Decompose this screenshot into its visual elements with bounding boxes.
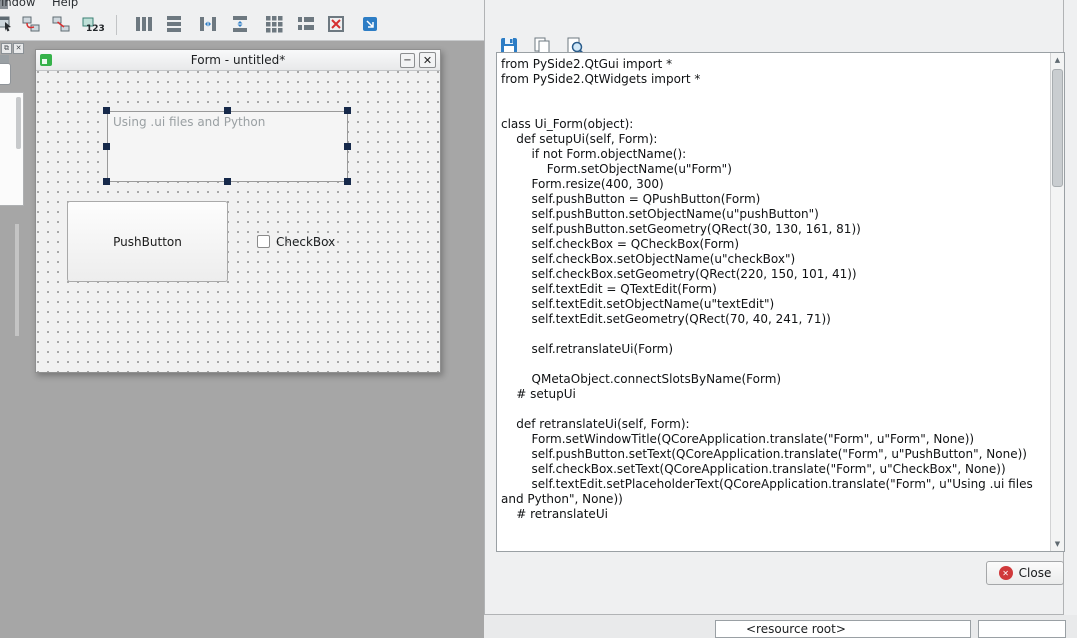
layout-horizontal-icon [134,14,154,37]
layout-splitter-vertical-button[interactable] [227,12,253,38]
qt-designer-screen: Window Help 123 [0,0,1077,638]
edit-signals-slots-button[interactable] [18,12,44,38]
textedit-widget[interactable]: Using .ui files and Python [107,111,348,182]
edit-widgets-icon [0,14,15,37]
code-preview-dialog: from PySide2.QtGui import * from PySide2… [484,0,1064,615]
layout-grid-icon [264,14,284,37]
widgetbox-filter-input-fragment[interactable] [0,63,11,85]
selection-handle-s[interactable] [224,178,231,185]
close-window-button[interactable]: ✕ [419,52,436,68]
menubar: Window Help [0,0,484,10]
right-panel-strip [1064,0,1077,638]
checkbox-widget[interactable]: CheckBox [257,221,358,262]
form-canvas[interactable]: Using .ui files and Python PushButton Ch… [37,71,439,372]
selection-handle-sw[interactable] [103,178,110,185]
break-layout-icon [326,14,346,37]
scrollbar-thumb[interactable] [1052,69,1063,187]
layout-form-button[interactable] [293,12,319,38]
edit-widgets-button[interactable] [0,12,18,38]
code-scrollbar[interactable]: ▲ ▼ [1050,53,1064,551]
code-text[interactable]: from PySide2.QtGui import * from PySide2… [497,53,1050,551]
pushbutton-widget[interactable]: PushButton [67,201,228,282]
panel-fragment-bottom-right [978,620,1066,638]
selection-handle-e[interactable] [344,143,351,150]
edit-tab-order-icon: 123 [82,14,104,37]
layout-vertical-icon [164,14,184,37]
textedit-placeholder: Using .ui files and Python [113,115,265,129]
adjust-size-icon [360,14,380,37]
scroll-up-button[interactable]: ▲ [1051,53,1064,67]
menu-window[interactable]: Window [0,0,35,9]
close-button-label: Close [1019,566,1052,580]
close-icon: ✕ [999,566,1013,580]
selection-handle-w[interactable] [103,143,110,150]
menu-help[interactable]: Help [52,0,78,9]
adjust-size-button[interactable] [357,12,383,38]
checkbox-label: CheckBox [276,235,335,249]
layout-horizontal-button[interactable] [131,12,157,38]
minimize-button[interactable]: − [400,53,415,68]
resource-browser-fragment: <resource root> [715,620,971,638]
resource-root-item[interactable]: <resource root> [746,622,846,636]
layout-splitter-horizontal-button[interactable] [195,12,221,38]
svg-text:123: 123 [86,24,104,34]
form-window-title: Form - untitled* [36,53,440,67]
edit-tab-order-button[interactable]: 123 [80,12,106,38]
code-view[interactable]: from PySide2.QtGui import * from PySide2… [496,52,1065,552]
layout-splitter-vertical-icon [230,14,250,37]
layout-grid-button[interactable] [261,12,287,38]
layout-vertical-button[interactable] [161,12,187,38]
edit-buddies-icon [51,14,71,37]
left-dock-icon-fragment [0,55,9,63]
scroll-down-button[interactable]: ▼ [1051,537,1064,551]
form-editor-window: Form - untitled* − ✕ Using .ui files and… [35,49,441,373]
layout-splitter-horizontal-icon [198,14,218,37]
dock-close-button[interactable]: ✕ [13,43,24,54]
layout-form-icon [296,14,316,37]
toolbar-separator [116,15,117,35]
left-panel-edge-fragment [15,224,19,336]
edit-buddies-button[interactable] [48,12,74,38]
selection-handle-nw[interactable] [103,107,110,114]
break-layout-button[interactable] [323,12,349,38]
form-window-titlebar[interactable]: Form - untitled* − ✕ [36,50,440,71]
selection-handle-se[interactable] [344,178,351,185]
checkbox-box[interactable] [257,235,270,248]
widgetbox-panel-fragment [0,92,24,206]
selection-handle-n[interactable] [224,107,231,114]
widgetbox-scrollbar-thumb[interactable] [16,97,21,149]
selection-handle-ne[interactable] [344,107,351,114]
pushbutton-label: PushButton [113,235,182,249]
dock-float-button[interactable]: ⧉ [1,43,12,54]
close-button[interactable]: ✕ Close [986,561,1064,585]
edit-signals-slots-icon [21,14,41,37]
main-toolbar: 123 [0,10,484,41]
